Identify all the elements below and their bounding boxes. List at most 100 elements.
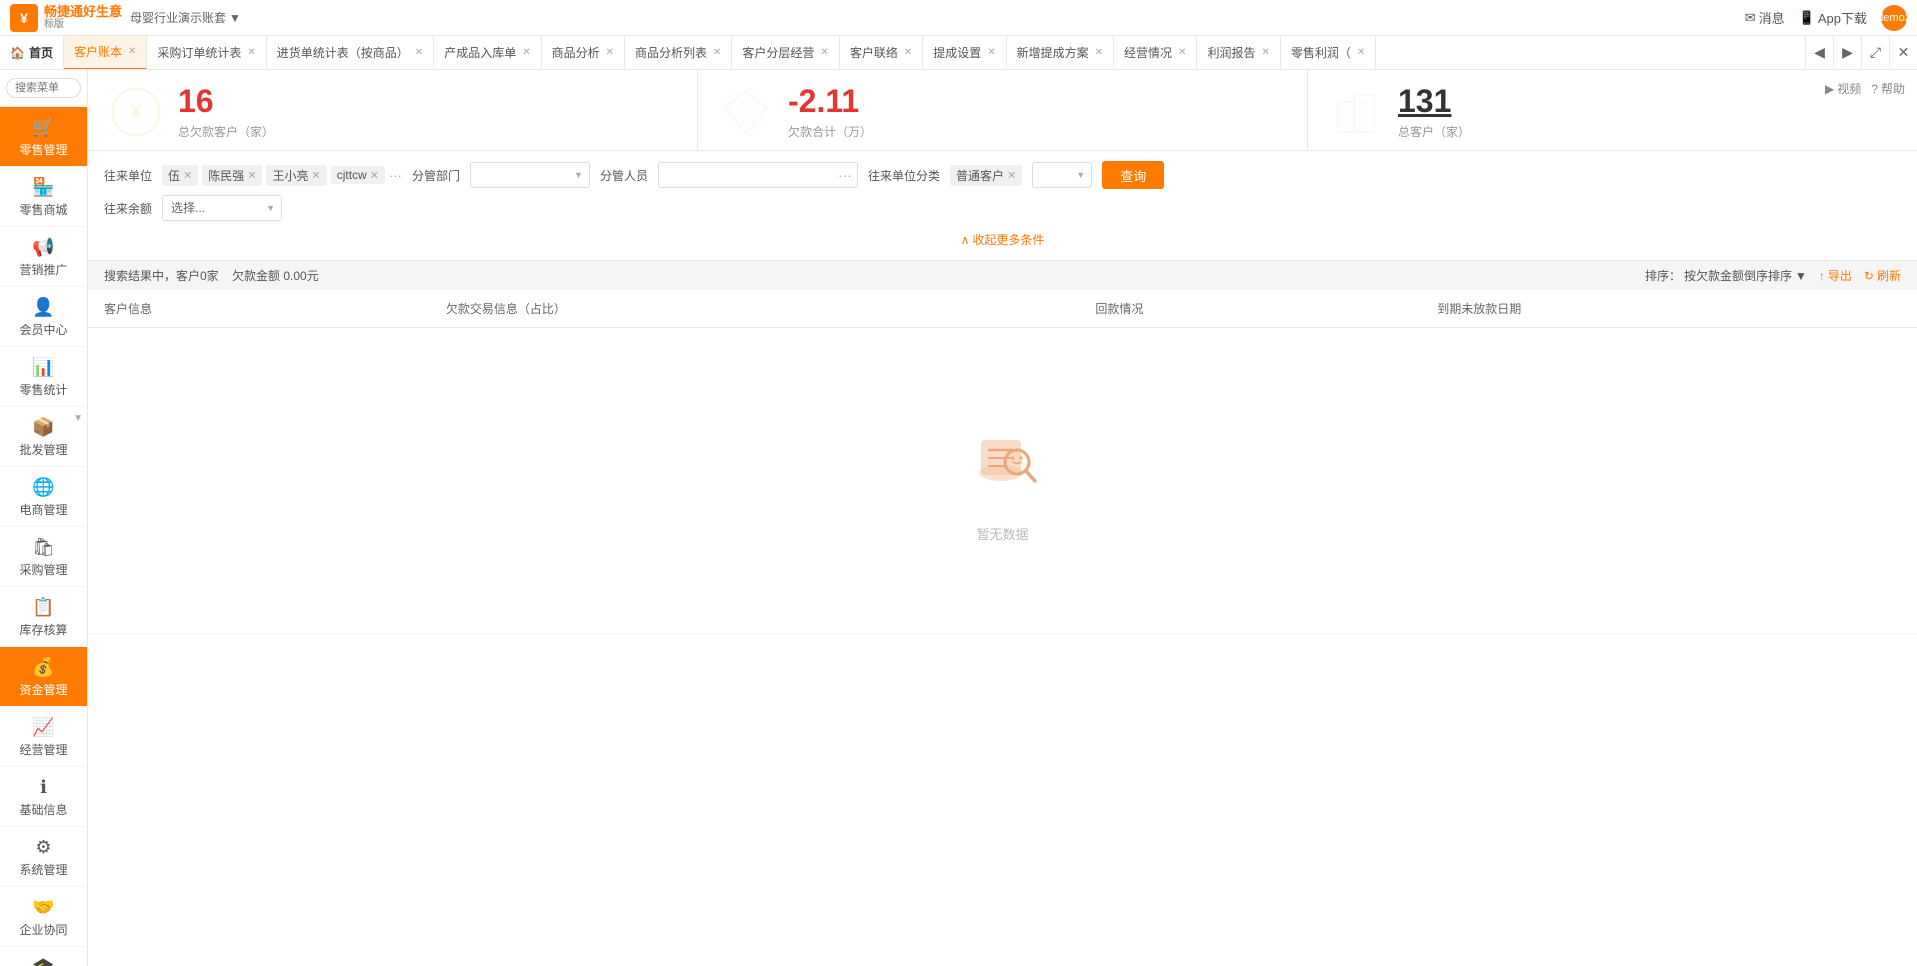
stat-card-debt-amount: -2.11 欠款合计（万） [698, 70, 1308, 150]
logo-area: ¥ 畅捷通好生意 标版 [10, 4, 122, 32]
close-icon[interactable]: ✕ [415, 47, 423, 58]
purchase-icon: 🛍 [4, 537, 83, 558]
tab-customer-tier[interactable]: 客户分层经营 ✕ [732, 36, 839, 70]
avatar[interactable]: demo2 [1881, 5, 1907, 31]
tab-customer-contact[interactable]: 客户联络 ✕ [840, 36, 923, 70]
table-body: 暂无数据 [88, 328, 1917, 634]
guide-icon: 🎓 [4, 957, 83, 966]
close-icon[interactable]: ✕ [247, 47, 255, 58]
tab-product-stock-in[interactable]: 产成品入库单 ✕ [434, 36, 541, 70]
unit-filter-tags: 伍 ✕ 陈民强 ✕ 王小亮 ✕ cjttcw ✕ ··· [162, 165, 402, 186]
unit-category-select-wrapper [1032, 162, 1092, 188]
manager-input[interactable] [658, 162, 858, 188]
tab-add-success-plan[interactable]: 新增提成方案 ✕ [1007, 36, 1114, 70]
unit-tags-more[interactable]: ··· [389, 168, 402, 183]
sidebar-item-batch-management[interactable]: 📦 批发管理 ▼ [0, 407, 87, 467]
unit-category-select[interactable] [1032, 162, 1092, 188]
help-link[interactable]: ? 帮助 [1871, 80, 1905, 97]
sidebar-item-inventory-check[interactable]: 📋 库存核算 [0, 587, 87, 647]
tab-reminder-settings[interactable]: 提成设置 ✕ [923, 36, 1006, 70]
balance-select[interactable]: 选择... [162, 195, 282, 221]
filter-row-1: 往来单位 伍 ✕ 陈民强 ✕ 王小亮 ✕ cjttcw [104, 161, 1901, 189]
remove-tag-cjttcw[interactable]: ✕ [370, 169, 379, 182]
nav-prev-icon[interactable]: ◀ [1805, 36, 1833, 70]
sidebar-item-retail-stats[interactable]: 📊 零售统计 [0, 347, 87, 407]
tab-home[interactable]: 🏠 首页 [0, 36, 64, 70]
tab-retail-profit[interactable]: 零售利润（ ✕ [1281, 36, 1376, 70]
dept-select[interactable] [470, 162, 590, 188]
close-icon[interactable]: ✕ [1178, 47, 1186, 58]
sidebar-item-business-management[interactable]: 📈 经营管理 [0, 707, 87, 767]
sidebar-item-ecommerce-management[interactable]: 🌐 电商管理 [0, 467, 87, 527]
messages-link[interactable]: ✉ 消息 [1745, 8, 1785, 27]
stat-card-total-debtors: ¥ 16 总欠款客户（家） [88, 70, 698, 150]
nav-expand-icon[interactable]: ⤢ [1861, 36, 1889, 70]
content-area: ¥ 16 总欠款客户（家） -2.11 欠款合计（ [88, 70, 1917, 966]
tab-business-situation[interactable]: 经营情况 ✕ [1114, 36, 1197, 70]
export-button[interactable]: ↑ 导出 [1819, 267, 1852, 284]
tab-stock-stat-by-product[interactable]: 进货单统计表（按商品） ✕ [267, 36, 434, 70]
filter-row-2: 往来余额 选择... [104, 195, 1901, 221]
empty-illustration [963, 418, 1043, 512]
tab-profit-report[interactable]: 利润报告 ✕ [1197, 36, 1280, 70]
close-icon[interactable]: ✕ [1357, 47, 1365, 58]
stat-label-total-debtors: 总欠款客户（家） [178, 123, 677, 140]
refresh-button[interactable]: ↻ 刷新 [1864, 267, 1901, 284]
download-icon: 📱 [1799, 10, 1815, 26]
sidebar-item-retail-mall[interactable]: 🏪 零售商城 [0, 167, 87, 227]
sidebar-item-system-management[interactable]: ⚙ 系统管理 [0, 827, 87, 887]
app-download-link[interactable]: 📱 App下载 [1799, 8, 1867, 27]
remove-tag-normal[interactable]: ✕ [1007, 169, 1016, 182]
building-icon [1328, 84, 1384, 140]
remove-tag-chenminqiang[interactable]: ✕ [247, 169, 256, 182]
nav-close-icon[interactable]: ✕ [1889, 36, 1917, 70]
remove-tag-wangxiaoliang[interactable]: ✕ [312, 169, 321, 182]
close-icon[interactable]: ✕ [1095, 47, 1103, 58]
sidebar-item-enterprise-cooperation[interactable]: 🤝 企业协同 [0, 887, 87, 947]
search-input[interactable] [6, 78, 81, 98]
tab-customer-account[interactable]: 客户账本 ✕ [64, 36, 147, 70]
close-icon[interactable]: ✕ [522, 47, 530, 58]
unit-tag-chenminqiang: 陈民强 ✕ [202, 165, 262, 186]
sidebar-item-marketing-promotion[interactable]: 📢 营销推广 [0, 227, 87, 287]
retail-icon: 🛒 [4, 117, 83, 138]
close-icon[interactable]: ✕ [128, 46, 136, 57]
close-icon[interactable]: ✕ [606, 47, 614, 58]
table-header-row: 客户信息 欠款交易信息（占比） 回款情况 到期未放款日期 [88, 290, 1917, 328]
sidebar-item-basic-info[interactable]: ℹ 基础信息 [0, 767, 87, 827]
empty-text: 暂无数据 [976, 524, 1028, 543]
inventory-icon: 📋 [4, 597, 83, 618]
close-icon[interactable]: ✕ [904, 47, 912, 58]
close-icon[interactable]: ✕ [1261, 47, 1269, 58]
close-icon[interactable]: ✕ [713, 47, 721, 58]
collapse-button[interactable]: ∧ 收起更多条件 [104, 227, 1901, 252]
message-icon: ✉ [1745, 10, 1756, 26]
sidebar-item-new-guide[interactable]: 🎓 新手引导 [0, 947, 87, 966]
account-selector[interactable]: 母婴行业演示账套 ▼ [130, 9, 241, 26]
nav-tabs-controls: ◀ ▶ ⤢ ✕ [1805, 36, 1917, 70]
tab-product-analysis-list[interactable]: 商品分析列表 ✕ [625, 36, 732, 70]
balance-select-wrapper: 选择... [162, 195, 282, 221]
sidebar-item-member-center[interactable]: 👤 会员中心 [0, 287, 87, 347]
sidebar-item-purchase-management[interactable]: 🛍 采购管理 [0, 527, 87, 587]
stat-value-debt-amount: -2.11 [788, 84, 1287, 119]
top-bar-left: ¥ 畅捷通好生意 标版 母婴行业演示账套 ▼ [10, 4, 241, 32]
sidebar-item-capital-management[interactable]: 💰 资金管理 [0, 647, 87, 707]
tab-purchase-order-stat[interactable]: 采购订单统计表 ✕ [147, 36, 266, 70]
close-icon[interactable]: ✕ [987, 47, 995, 58]
video-link[interactable]: ▶ 视频 [1825, 80, 1861, 97]
sidebar-item-retail-management[interactable]: 🛒 零售管理 [0, 107, 87, 167]
sidebar: 🛒 零售管理 🏪 零售商城 📢 营销推广 👤 会员中心 📊 零售统计 📦 批发管… [0, 70, 88, 966]
nav-next-icon[interactable]: ▶ [1833, 36, 1861, 70]
stats-icon: 📊 [4, 357, 83, 378]
sort-selector[interactable]: 排序： 按欠款金额倒序排序 ▼ [1645, 267, 1807, 284]
col-customer-info: 客户信息 [88, 290, 430, 328]
result-bar: 搜索结果中，客户0家 欠款金额 0.00元 排序： 按欠款金额倒序排序 ▼ ↑ … [88, 261, 1917, 290]
close-icon[interactable]: ✕ [820, 47, 828, 58]
business-icon: 📈 [4, 717, 83, 738]
tab-product-analysis[interactable]: 商品分析 ✕ [542, 36, 625, 70]
remove-tag-wu[interactable]: ✕ [183, 169, 192, 182]
query-button[interactable]: 查询 [1102, 161, 1164, 189]
export-icon: ↑ [1819, 269, 1825, 283]
result-summary: 搜索结果中，客户0家 欠款金额 0.00元 [104, 267, 319, 284]
